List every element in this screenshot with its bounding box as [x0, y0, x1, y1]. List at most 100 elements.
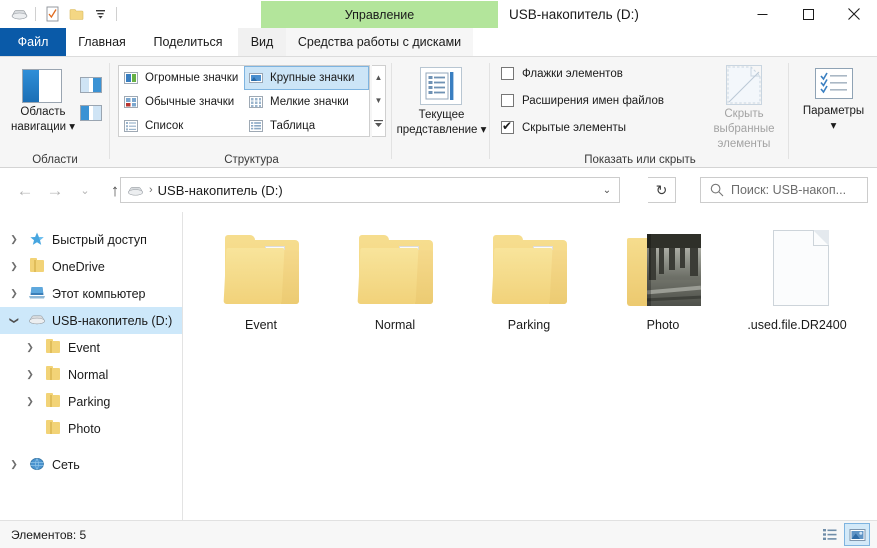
folder-icon — [44, 393, 62, 410]
chevron-right-icon[interactable]: ❯ — [6, 234, 22, 245]
chevron-right-icon[interactable]: ❯ — [22, 369, 38, 380]
title-bar: Управление USB-накопитель (D:) — [0, 0, 877, 28]
search-input[interactable]: Поиск: USB-накоп... — [700, 177, 868, 203]
details-view-icon — [249, 119, 264, 133]
address-input[interactable]: › USB-накопитель (D:) ⌄ — [120, 177, 620, 203]
file-list-view[interactable]: Event Normal Parking Photo .used.file.DR… — [184, 212, 877, 520]
layout-option-list[interactable]: Список — [119, 114, 244, 138]
customize-dropdown-icon[interactable] — [89, 3, 111, 25]
layout-option-medium[interactable]: Обычные значки — [119, 90, 244, 114]
layout-option-large[interactable]: Крупные значки — [244, 66, 369, 90]
sidebar-item-parking[interactable]: ❯ Parking — [0, 388, 182, 415]
chevron-right-icon[interactable]: ❯ — [6, 459, 22, 470]
tab-drive-tools[interactable]: Средства работы с дисками — [286, 28, 473, 56]
folder-with-files-icon — [213, 226, 309, 314]
breadcrumb-current[interactable]: USB-накопитель (D:) — [158, 183, 283, 198]
drive-icon — [28, 312, 46, 329]
tab-share[interactable]: Поделиться — [138, 28, 238, 56]
navigation-pane-label-line1: Область — [20, 106, 66, 118]
sidebar-item-event[interactable]: ❯ Event — [0, 334, 182, 361]
layout-option-small[interactable]: Мелкие значки — [244, 90, 369, 114]
options-label-line1: Параметры — [802, 105, 865, 117]
new-folder-icon[interactable] — [65, 3, 87, 25]
sidebar-item-label: OneDrive — [52, 259, 105, 274]
forward-button[interactable]: → — [40, 176, 70, 206]
folder-with-photo-icon — [615, 226, 711, 314]
current-view-icon[interactable] — [420, 67, 462, 105]
gallery-scroll-up-button[interactable]: ▲ — [372, 66, 385, 89]
tab-home[interactable]: Главная — [66, 28, 138, 56]
ribbon-tab-strip: Файл Главная Поделиться Вид Средства раб… — [0, 28, 877, 79]
sidebar-item-quick-access[interactable]: ❯ Быстрый доступ — [0, 226, 182, 253]
options-icon[interactable] — [815, 68, 853, 99]
back-button[interactable]: ← — [10, 176, 40, 206]
view-toggle-buttons — [818, 523, 870, 546]
sidebar-item-label: Этот компьютер — [52, 286, 146, 301]
details-view-button[interactable] — [818, 524, 842, 545]
ribbon-group-show-hide-label: Показать или скрыть — [584, 154, 696, 166]
ribbon-group-options: Параметры ▾ — [790, 57, 877, 168]
navigation-pane-button[interactable]: Область навигации ▾ — [0, 105, 86, 135]
details-pane-icon[interactable] — [80, 105, 102, 121]
navigation-pane-icon[interactable] — [22, 69, 62, 103]
sidebar-item-normal[interactable]: ❯ Normal — [0, 361, 182, 388]
hidden-items-checkbox[interactable] — [501, 119, 514, 134]
ribbon-group-show-hide: Флажки элементов Расширения имен файлов … — [491, 57, 789, 168]
recent-locations-button[interactable]: ⌄ — [70, 176, 100, 206]
breadcrumb-separator[interactable]: › — [147, 184, 155, 196]
sidebar-item-network[interactable]: ❯ Сеть — [0, 451, 182, 478]
sidebar-item-label: Сеть — [52, 457, 80, 472]
options-button[interactable]: Параметры ▾ — [790, 104, 877, 134]
sidebar-item-label: Быстрый доступ — [52, 232, 147, 247]
layout-option-label: Мелкие значки — [270, 96, 349, 108]
gallery-scroll-down-button[interactable]: ▼ — [372, 89, 385, 112]
address-dropdown-icon[interactable]: ⌄ — [595, 178, 619, 202]
layout-option-extra-large[interactable]: Огромные значки — [119, 66, 244, 90]
list-item[interactable]: Parking — [474, 226, 584, 332]
chevron-down-icon[interactable]: ❯ — [9, 313, 20, 329]
chevron-right-icon[interactable]: ❯ — [6, 261, 22, 272]
chevron-right-icon[interactable]: ❯ — [6, 288, 22, 299]
contextual-tab-group-title: Управление — [261, 1, 498, 28]
layout-option-label: Список — [145, 120, 184, 132]
checkbox-hidden-items[interactable]: Скрытые элементы — [501, 119, 626, 134]
current-view-button[interactable]: Текущее представление ▾ — [391, 108, 492, 138]
onedrive-folder-icon — [28, 258, 46, 275]
item-checkboxes-checkbox[interactable] — [501, 67, 514, 80]
drive-icon[interactable] — [8, 3, 30, 25]
properties-icon[interactable] — [41, 3, 63, 25]
layout-option-label: Огромные значки — [145, 72, 239, 84]
large-icons-view-button[interactable] — [844, 523, 870, 546]
ribbon-group-layout-label: Структура — [224, 154, 279, 166]
file-extensions-checkbox[interactable] — [501, 94, 514, 107]
chevron-right-icon[interactable]: ❯ — [22, 342, 38, 353]
hide-selected-items-button: Скрыть выбранные элементы — [696, 63, 792, 152]
sidebar-item-onedrive[interactable]: ❯ OneDrive — [0, 253, 182, 280]
preview-pane-icon[interactable] — [80, 77, 102, 93]
list-item[interactable]: Photo — [608, 226, 718, 332]
medium-icons-icon — [124, 95, 139, 109]
maximize-button[interactable] — [785, 0, 831, 28]
qat-separator — [35, 7, 36, 21]
folder-icon — [44, 366, 62, 383]
gallery-expand-button[interactable] — [372, 113, 385, 136]
layout-option-details[interactable]: Таблица — [244, 114, 369, 138]
group-divider-3 — [489, 63, 490, 159]
list-item[interactable]: Normal — [340, 226, 450, 332]
sidebar-item-photo[interactable]: ❯ Photo — [0, 415, 182, 442]
close-button[interactable] — [831, 0, 877, 28]
list-item[interactable]: .used.file.DR2400 — [742, 226, 852, 332]
refresh-button[interactable]: ↻ — [648, 177, 676, 203]
sidebar-item-usb-drive[interactable]: ❯ USB-накопитель (D:) — [0, 307, 182, 334]
chevron-right-icon[interactable]: ❯ — [22, 396, 38, 407]
checkbox-file-extensions[interactable]: Расширения имен файлов — [501, 94, 664, 107]
sidebar-item-label: USB-накопитель (D:) — [52, 313, 173, 328]
list-item[interactable]: Event — [206, 226, 316, 332]
minimize-button[interactable] — [739, 0, 785, 28]
checkbox-item-checkboxes[interactable]: Флажки элементов — [501, 67, 623, 80]
navigation-pane-label-line2: навигации ▾ — [10, 121, 76, 133]
tab-file[interactable]: Файл — [0, 28, 66, 56]
sidebar-item-this-pc[interactable]: ❯ Этот компьютер — [0, 280, 182, 307]
hide-selected-icon — [726, 65, 762, 105]
tab-view[interactable]: Вид — [238, 28, 286, 56]
